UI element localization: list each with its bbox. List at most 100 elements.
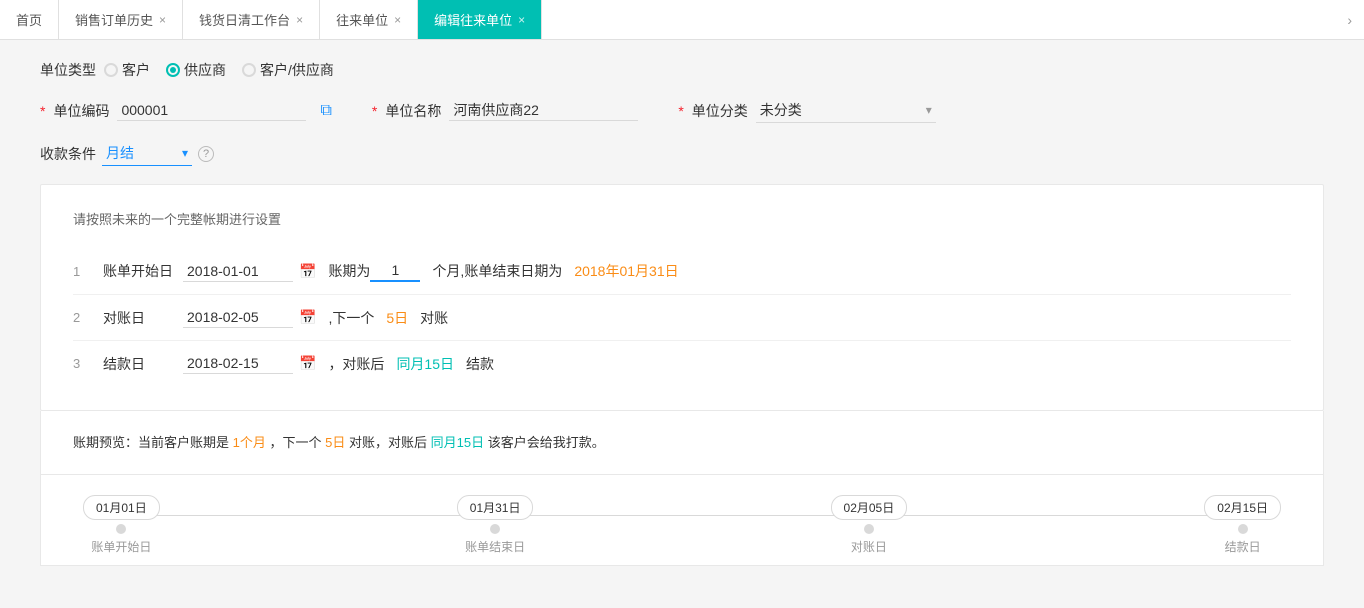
preview-suffix: 该客户会给我打款。 xyxy=(488,435,605,450)
unit-category-field: * 单位分类 未分类 ▾ xyxy=(678,98,935,123)
period-row-3: 3 结款日 📅 ，对账后 同月15日 结款 xyxy=(73,341,1291,386)
payment-condition-label: 收款条件 xyxy=(40,144,96,164)
unit-code-label: 单位编码 xyxy=(53,101,109,121)
unit-name-star: * xyxy=(372,103,377,119)
preview-prefix: 账期预览：当前客户账期是 xyxy=(73,435,229,450)
calendar-icon-2[interactable]: 📅 xyxy=(299,309,316,326)
radio-customer-circle xyxy=(104,63,118,77)
period-months-input[interactable] xyxy=(370,260,420,282)
payment-condition-select[interactable]: 月结 ▾ xyxy=(102,141,192,166)
timeline-sublabel-2: 账单结束日 xyxy=(465,538,525,555)
tab-partners-label: 往来单位 xyxy=(336,10,388,29)
period-date-3[interactable] xyxy=(183,353,293,374)
period-desc-2-prefix: ,下一个 xyxy=(328,308,374,328)
payment-condition-arrow-icon: ▾ xyxy=(182,146,188,160)
unit-type-label: 单位类型 xyxy=(40,60,96,80)
timeline-sublabel-4: 结款日 xyxy=(1225,538,1261,555)
timeline-dot-3 xyxy=(864,524,874,534)
period-desc-1-suffix: 个月,账单结束日期为 xyxy=(432,261,562,281)
unit-category-value: 未分类 xyxy=(760,100,926,120)
unit-category-arrow-icon: ▾ xyxy=(926,103,932,117)
timeline-label-4: 02月15日 xyxy=(1204,495,1281,520)
radio-supplier[interactable]: 供应商 xyxy=(166,60,226,80)
preview-part2: 5日 xyxy=(325,435,345,450)
unit-code-star: * xyxy=(40,103,45,119)
tab-partners[interactable]: 往来单位 × xyxy=(320,0,418,39)
unit-type-row: 单位类型 客户 供应商 客户/供应商 xyxy=(40,60,1324,80)
period-card: 请按照未来的一个完整帐期进行设置 1 账单开始日 📅 账期为 个月,账单结束日期… xyxy=(40,184,1324,411)
unit-name-input[interactable] xyxy=(449,100,638,121)
radio-customer-label: 客户 xyxy=(122,60,150,80)
card-title: 请按照未来的一个完整帐期进行设置 xyxy=(73,209,1291,228)
preview-sep1: ，下一个 xyxy=(270,435,322,450)
tab-more-button[interactable]: › xyxy=(1335,0,1364,39)
radio-both[interactable]: 客户/供应商 xyxy=(242,60,334,80)
period-end-date: 2018年01月31日 xyxy=(574,261,678,281)
timeline-label-3: 02月05日 xyxy=(831,495,908,520)
period-desc-1-prefix: 账期为 xyxy=(328,261,370,281)
timeline-point-1: 01月01日 账单开始日 xyxy=(83,495,160,555)
radio-both-label: 客户/供应商 xyxy=(260,60,334,80)
radio-both-circle xyxy=(242,63,256,77)
timeline-dot-1 xyxy=(116,524,126,534)
period-desc-3-highlight: 同月15日 xyxy=(396,354,454,374)
period-desc-3-prefix: ，对账后 xyxy=(328,354,384,374)
timeline-label-2: 01月31日 xyxy=(457,495,534,520)
radio-group-unit-type: 客户 供应商 客户/供应商 xyxy=(104,60,334,80)
unit-type-field: 单位类型 客户 供应商 客户/供应商 xyxy=(40,60,334,80)
radio-supplier-circle xyxy=(166,63,180,77)
tab-home[interactable]: 首页 xyxy=(0,0,59,39)
tab-edit-partner[interactable]: 编辑往来单位 × xyxy=(418,0,542,39)
period-row-2: 2 对账日 📅 ,下一个 5日 对账 xyxy=(73,295,1291,341)
tab-sales-history-label: 销售订单历史 xyxy=(75,10,153,29)
radio-customer[interactable]: 客户 xyxy=(104,60,150,80)
tab-edit-partner-close[interactable]: × xyxy=(518,13,525,27)
calendar-icon-3[interactable]: 📅 xyxy=(299,355,316,372)
payment-condition-field: 收款条件 月结 ▾ ? xyxy=(40,141,214,166)
period-date-1[interactable] xyxy=(183,261,293,282)
unit-category-star: * xyxy=(678,103,683,119)
tab-edit-partner-label: 编辑往来单位 xyxy=(434,10,512,29)
period-date-2[interactable] xyxy=(183,307,293,328)
payment-condition-row: 收款条件 月结 ▾ ? xyxy=(40,141,1324,166)
timeline-point-4: 02月15日 结款日 xyxy=(1204,495,1281,555)
unit-code-field: * 单位编码 ⧉ xyxy=(40,100,332,121)
period-label-3: 结款日 xyxy=(103,354,183,374)
timeline-point-3: 02月05日 对账日 xyxy=(831,495,908,555)
calendar-icon-1[interactable]: 📅 xyxy=(299,263,316,280)
period-row-1: 1 账单开始日 📅 账期为 个月,账单结束日期为 2018年01月31日 xyxy=(73,248,1291,295)
unit-name-field: * 单位名称 xyxy=(372,100,638,121)
timeline-sublabel-3: 对账日 xyxy=(851,538,887,555)
period-num-2: 2 xyxy=(73,310,103,325)
unit-name-label: 单位名称 xyxy=(385,101,441,121)
payment-condition-value: 月结 xyxy=(106,143,182,163)
timeline-sublabel-1: 账单开始日 xyxy=(91,538,151,555)
preview-section: 账期预览：当前客户账期是 1个月 ，下一个 5日 对账，对账后 同月15日 该客… xyxy=(40,411,1324,475)
timeline-section: 01月01日 账单开始日 01月31日 账单结束日 02月05日 对账日 02月… xyxy=(40,475,1324,566)
tabs-bar: 首页 销售订单历史 × 钱货日清工作台 × 往来单位 × 编辑往来单位 × › xyxy=(0,0,1364,40)
tab-home-label: 首页 xyxy=(16,10,42,29)
tab-partners-close[interactable]: × xyxy=(394,13,401,27)
period-desc-2-highlight: 5日 xyxy=(386,308,408,328)
unit-info-row: * 单位编码 ⧉ * 单位名称 * 单位分类 未分类 ▾ xyxy=(40,98,1324,123)
tab-daily-clear-close[interactable]: × xyxy=(296,13,303,27)
period-desc-3-suffix: 结款 xyxy=(466,354,494,374)
unit-category-label: 单位分类 xyxy=(692,101,748,121)
period-label-2: 对账日 xyxy=(103,308,183,328)
unit-code-copy-icon[interactable]: ⧉ xyxy=(320,102,331,120)
tab-sales-history-close[interactable]: × xyxy=(159,13,166,27)
period-label-1: 账单开始日 xyxy=(103,261,183,281)
preview-text: 账期预览：当前客户账期是 1个月 ，下一个 5日 对账，对账后 同月15日 该客… xyxy=(73,435,605,450)
unit-category-select[interactable]: 未分类 ▾ xyxy=(756,98,936,123)
timeline-point-2: 01月31日 账单结束日 xyxy=(457,495,534,555)
unit-code-input[interactable] xyxy=(117,100,306,121)
period-desc-2-suffix: 对账 xyxy=(420,308,448,328)
timeline-label-1: 01月01日 xyxy=(83,495,160,520)
radio-supplier-label: 供应商 xyxy=(184,60,226,80)
tab-daily-clear-label: 钱货日清工作台 xyxy=(199,10,290,29)
help-icon[interactable]: ? xyxy=(198,146,214,162)
tab-daily-clear[interactable]: 钱货日清工作台 × xyxy=(183,0,320,39)
period-num-3: 3 xyxy=(73,356,103,371)
period-num-1: 1 xyxy=(73,264,103,279)
tab-sales-history[interactable]: 销售订单历史 × xyxy=(59,0,183,39)
